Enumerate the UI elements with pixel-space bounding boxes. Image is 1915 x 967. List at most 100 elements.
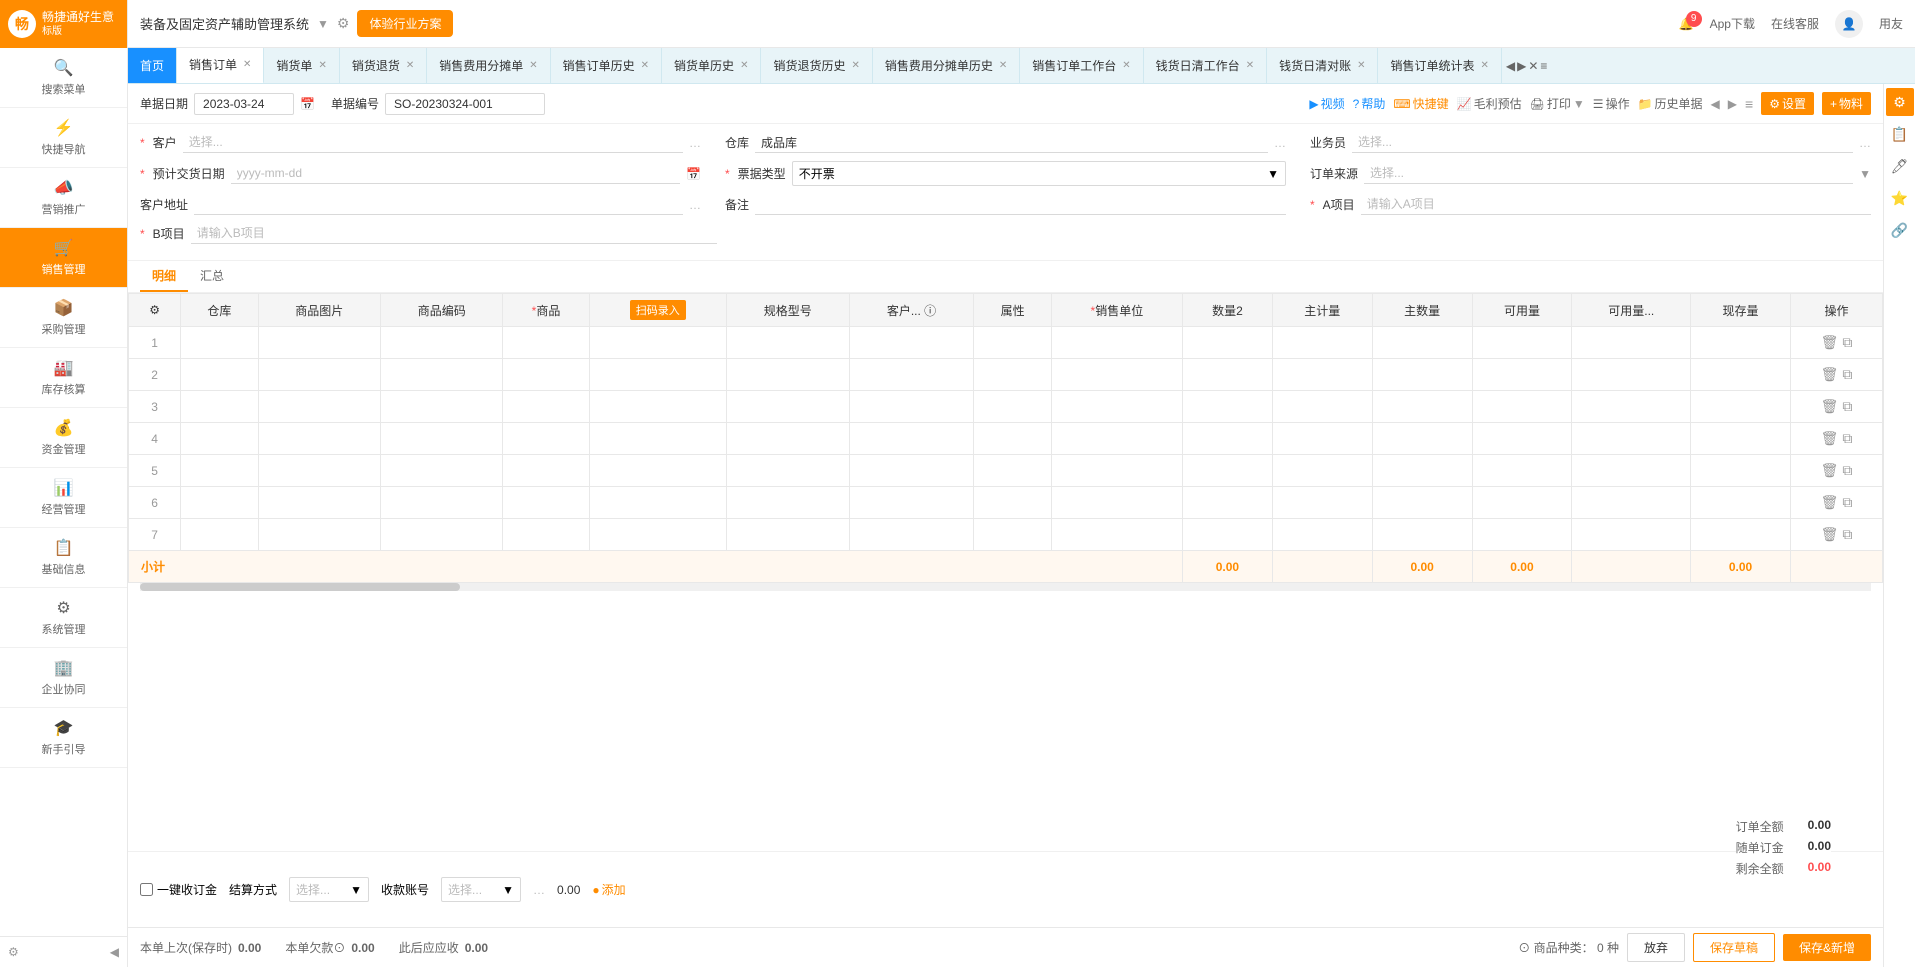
tab-prev-icon[interactable]: ◀ (1506, 59, 1515, 73)
shortcut-link[interactable]: ⌨ 快捷键 (1393, 95, 1448, 112)
online-service-link[interactable]: 在线客服 (1771, 15, 1819, 32)
tab-close-order-history[interactable]: ✕ (641, 60, 649, 71)
payment-method-select[interactable]: 选择... ▼ (289, 877, 369, 902)
project-a-input[interactable] (1361, 194, 1871, 215)
th-current-stock[interactable]: 现存量 (1691, 294, 1791, 327)
customer-input[interactable] (183, 132, 683, 153)
sidebar-collapse-icon[interactable]: ◀ (110, 945, 119, 959)
ops-link[interactable]: ☰ 操作 (1593, 95, 1630, 112)
sidebar-item-operations[interactable]: 📊 经营管理 (0, 468, 127, 528)
sidebar-item-sales[interactable]: 🛒 销售管理 (0, 228, 127, 288)
th-attributes[interactable]: 属性 (974, 294, 1051, 327)
delivery-calendar-icon[interactable]: 📅 (686, 167, 701, 181)
sidebar-settings-icon[interactable]: ⚙ (8, 945, 19, 959)
row-delete-icon[interactable]: 🗑 (1821, 334, 1839, 351)
account-select[interactable]: 选择... ▼ (441, 877, 521, 902)
staff-more-icon[interactable]: … (1859, 136, 1871, 150)
tab-detail[interactable]: 明细 (140, 261, 188, 292)
row-copy-icon[interactable]: ⧉ (1842, 398, 1852, 415)
table-scrollbar[interactable] (140, 583, 1871, 591)
th-qty2[interactable]: 数量2 (1183, 294, 1273, 327)
staff-input[interactable] (1352, 132, 1853, 153)
tab-sales-order[interactable]: 销售订单 ✕ (177, 48, 264, 84)
app-download-link[interactable]: App下载 (1710, 15, 1755, 32)
tab-close-sales-stats[interactable]: ✕ (1481, 60, 1489, 71)
user-name[interactable]: 用友 (1879, 15, 1903, 32)
help-link[interactable]: ? 帮助 (1353, 95, 1386, 112)
th-spec[interactable]: 规格型号 (727, 294, 849, 327)
row-delete-icon[interactable]: 🗑 (1821, 526, 1839, 543)
row-delete-icon[interactable]: 🗑 (1821, 494, 1839, 511)
account-more-icon[interactable]: … (533, 883, 545, 897)
tab-expense-history[interactable]: 销售费用分摊单历史 ✕ (873, 48, 1020, 84)
tab-summary[interactable]: 汇总 (188, 261, 236, 292)
th-available[interactable]: 可用量 (1472, 294, 1572, 327)
print-link[interactable]: 🖨 打印 ▼ (1530, 95, 1585, 112)
tab-close-expense-history[interactable]: ✕ (999, 60, 1007, 71)
row-copy-icon[interactable]: ⧉ (1842, 462, 1852, 479)
tab-expense-split[interactable]: 销售费用分摊单 ✕ (427, 48, 550, 84)
history-link[interactable]: 📁 历史单据 (1638, 95, 1703, 112)
tab-home[interactable]: 首页 (128, 48, 177, 84)
warehouse-input[interactable] (755, 132, 1268, 153)
th-sales-unit[interactable]: *销售单位 (1051, 294, 1182, 327)
th-customer-code[interactable]: 客户... ⓘ (849, 294, 974, 327)
tab-close-sales-return[interactable]: ✕ (318, 60, 326, 71)
remark-input[interactable] (755, 194, 1286, 215)
sidebar-item-inventory[interactable]: 🏭 库存核算 (0, 348, 127, 408)
solution-btn[interactable]: 体验行业方案 (357, 10, 453, 37)
right-btn-log[interactable]: 📋 (1886, 120, 1914, 148)
tab-sales-refund[interactable]: 销货退货 ✕ (340, 48, 427, 84)
th-scan[interactable]: 扫码录入 (589, 294, 727, 327)
th-settings[interactable]: ⚙ (129, 294, 181, 327)
row-delete-icon[interactable]: 🗑 (1821, 462, 1839, 479)
row-copy-icon[interactable]: ⧉ (1842, 334, 1852, 351)
one-click-checkout-checkbox[interactable]: 一键收订金 (140, 881, 217, 898)
profit-link[interactable]: 📈 毛利预估 (1457, 95, 1522, 112)
tab-menu-icon[interactable]: ≡ (1540, 59, 1547, 73)
tab-close-all-icon[interactable]: ✕ (1528, 59, 1538, 73)
settings-btn[interactable]: ⚙ 设置 (1761, 92, 1814, 115)
tab-close-sales-order[interactable]: ✕ (243, 59, 251, 70)
row-copy-icon[interactable]: ⧉ (1842, 430, 1852, 447)
right-btn-link[interactable]: 🔗 (1886, 216, 1914, 244)
add-item-btn[interactable]: + 物料 (1822, 92, 1871, 115)
row-copy-icon[interactable]: ⧉ (1842, 366, 1852, 383)
address-input[interactable] (194, 194, 683, 215)
sidebar-item-enterprise[interactable]: 🏢 企业协同 (0, 648, 127, 708)
address-more-icon[interactable]: … (689, 198, 701, 212)
view-toggle-list[interactable]: ≡ (1745, 96, 1753, 112)
th-main-qty[interactable]: 主数量 (1372, 294, 1472, 327)
sidebar-item-quick-nav[interactable]: ⚡ 快捷导航 (0, 108, 127, 168)
tab-close-refund-history[interactable]: ✕ (851, 60, 859, 71)
save-new-btn[interactable]: 保存&新增 (1783, 934, 1871, 961)
row-copy-icon[interactable]: ⧉ (1842, 494, 1852, 511)
date-input[interactable] (194, 93, 294, 115)
row-delete-icon[interactable]: 🗑 (1821, 366, 1839, 383)
row-delete-icon[interactable]: 🗑 (1821, 398, 1839, 415)
pagination-next[interactable]: ▶ (1728, 97, 1737, 111)
one-click-checkout-input[interactable] (140, 883, 153, 896)
save-draft-btn[interactable]: 保存草稿 (1693, 933, 1775, 962)
right-btn-favorite[interactable]: ⭐ (1886, 184, 1914, 212)
sidebar-item-search[interactable]: 🔍 搜索菜单 (0, 48, 127, 108)
customer-more-icon[interactable]: … (689, 136, 701, 150)
th-product-code[interactable]: 商品编码 (381, 294, 503, 327)
th-available2[interactable]: 可用量... (1572, 294, 1691, 327)
view-link[interactable]: ▶ 视频 (1309, 95, 1344, 112)
settings-icon[interactable]: ⚙ (337, 15, 350, 32)
add-btn[interactable]: ● 添加 (592, 881, 625, 898)
tab-close-order-workbench[interactable]: ✕ (1122, 60, 1130, 71)
right-btn-settings[interactable]: ⚙ (1886, 88, 1914, 116)
tab-credit-clearance[interactable]: 钱货日清工作台 ✕ (1144, 48, 1267, 84)
notification-icon[interactable]: 🔔9 (1679, 17, 1694, 31)
tab-order-history[interactable]: 销售订单历史 ✕ (551, 48, 662, 84)
order-no-input[interactable] (385, 93, 545, 115)
pagination-prev[interactable]: ◀ (1711, 97, 1720, 111)
tab-sales-return[interactable]: 销货单 ✕ (264, 48, 339, 84)
th-main-unit[interactable]: 主计量 (1272, 294, 1372, 327)
order-source-dropdown-icon[interactable]: ▼ (1859, 167, 1871, 181)
sidebar-item-system[interactable]: ⚙ 系统管理 (0, 588, 127, 648)
th-product-image[interactable]: 商品图片 (258, 294, 380, 327)
tab-next-icon[interactable]: ▶ (1517, 59, 1526, 73)
